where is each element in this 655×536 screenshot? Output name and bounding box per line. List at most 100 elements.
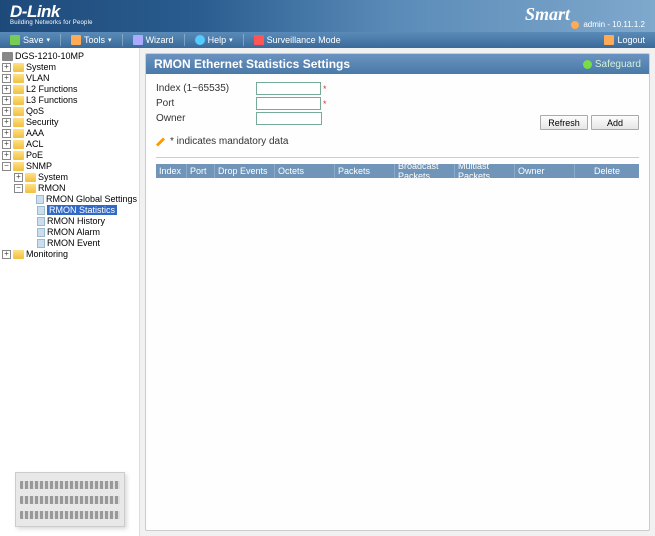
- surveillance-button[interactable]: Surveillance Mode: [244, 32, 351, 48]
- page-icon: [36, 195, 44, 204]
- tree-node-monitoring[interactable]: +Monitoring: [2, 249, 137, 260]
- expand-icon[interactable]: +: [2, 85, 11, 94]
- chevron-down-icon: ▾: [47, 36, 51, 44]
- help-menu[interactable]: Help ▾: [185, 32, 243, 48]
- help-label: Help: [208, 35, 227, 45]
- smart-label: Smart: [525, 4, 570, 25]
- col-mcast: Multiast Packets: [454, 164, 514, 178]
- panel: RMON Ethernet Statistics Settings Safegu…: [145, 53, 650, 531]
- folder-icon: [13, 129, 24, 138]
- form-row-port: Port *: [156, 97, 639, 110]
- logo-main: D-Link: [10, 2, 93, 22]
- save-icon: [10, 35, 20, 45]
- wizard-button[interactable]: Wizard: [123, 32, 184, 48]
- expand-icon[interactable]: +: [2, 118, 11, 127]
- folder-icon: [13, 74, 24, 83]
- safeguard-icon: [583, 60, 592, 69]
- expand-icon[interactable]: +: [2, 129, 11, 138]
- logout-icon: [604, 35, 614, 45]
- tree-leaf-rmon-history[interactable]: RMON History: [2, 216, 137, 227]
- tree-leaf-rmon-global[interactable]: RMON Global Settings: [2, 194, 137, 205]
- expand-icon[interactable]: +: [2, 74, 11, 83]
- col-port: Port: [186, 164, 214, 178]
- tree-node-vlan[interactable]: +VLAN: [2, 73, 137, 84]
- toolbar: Save ▾ Tools ▾ Wizard Help ▾ Surveillanc…: [0, 32, 655, 48]
- tree-node-system[interactable]: +System: [2, 62, 137, 73]
- required-mark: *: [323, 84, 327, 94]
- tree-node-snmp[interactable]: −SNMP: [2, 161, 137, 172]
- panel-header: RMON Ethernet Statistics Settings Safegu…: [146, 54, 649, 74]
- col-delete: Delete: [574, 164, 639, 178]
- logo-sub: Building Networks for People: [10, 20, 93, 26]
- expand-icon[interactable]: +: [2, 250, 11, 259]
- index-input[interactable]: [256, 82, 321, 95]
- page-icon: [37, 239, 45, 248]
- banner: D-Link Building Networks for People Smar…: [0, 0, 655, 32]
- mandatory-note: * indicates mandatory data: [156, 136, 639, 147]
- mandatory-text: * indicates mandatory data: [170, 136, 288, 147]
- help-icon: [195, 35, 205, 45]
- expand-icon[interactable]: +: [2, 63, 11, 72]
- expand-icon[interactable]: +: [2, 151, 11, 160]
- col-bcast: Broadcast Packets: [394, 164, 454, 178]
- folder-open-icon: [13, 162, 24, 171]
- folder-icon: [13, 151, 24, 160]
- index-label: Index (1~65535): [156, 83, 256, 94]
- tree-node-qos[interactable]: +QoS: [2, 106, 137, 117]
- logout-button[interactable]: Logout: [594, 32, 655, 48]
- tree-leaf-rmon-statistics[interactable]: RMON Statistics: [2, 205, 137, 216]
- logout-label: Logout: [617, 35, 645, 45]
- owner-label: Owner: [156, 113, 256, 124]
- add-button[interactable]: Add: [591, 115, 639, 130]
- chevron-down-icon: ▾: [108, 36, 112, 44]
- folder-icon: [13, 85, 24, 94]
- divider: [156, 157, 639, 158]
- save-menu[interactable]: Save ▾: [0, 32, 60, 48]
- user-info: admin - 10.11.1.2: [571, 20, 645, 29]
- folder-icon: [13, 63, 24, 72]
- tree-node-acl[interactable]: +ACL: [2, 139, 137, 150]
- user-label: admin - 10.11.1.2: [583, 20, 645, 29]
- save-label: Save: [23, 35, 44, 45]
- required-mark: *: [323, 99, 327, 109]
- main: DGS-1210-10MP +System +VLAN +L2 Function…: [0, 48, 655, 536]
- nav-tree: DGS-1210-10MP +System +VLAN +L2 Function…: [2, 51, 137, 466]
- tree-leaf-rmon-event[interactable]: RMON Event: [2, 238, 137, 249]
- expand-icon[interactable]: +: [14, 173, 23, 182]
- page-icon: [37, 228, 45, 237]
- surveillance-label: Surveillance Mode: [267, 35, 341, 45]
- tree-node-l2[interactable]: +L2 Functions: [2, 84, 137, 95]
- tree-node-snmp-system[interactable]: +System: [2, 172, 137, 183]
- col-index: Index: [156, 164, 186, 178]
- content: RMON Ethernet Statistics Settings Safegu…: [140, 48, 655, 536]
- logo: D-Link Building Networks for People: [10, 2, 93, 26]
- chevron-down-icon: ▾: [229, 36, 233, 44]
- tree-node-l3[interactable]: +L3 Functions: [2, 95, 137, 106]
- tree-node-aaa[interactable]: +AAA: [2, 128, 137, 139]
- folder-open-icon: [25, 184, 36, 193]
- tools-icon: [71, 35, 81, 45]
- collapse-icon[interactable]: −: [2, 162, 11, 171]
- expand-icon[interactable]: +: [2, 107, 11, 116]
- page-icon: [37, 217, 45, 226]
- folder-icon: [13, 118, 24, 127]
- user-icon: [571, 21, 579, 29]
- tree-node-poe[interactable]: +PoE: [2, 150, 137, 161]
- owner-input[interactable]: [256, 112, 322, 125]
- expand-icon[interactable]: +: [2, 96, 11, 105]
- folder-icon: [13, 250, 24, 259]
- collapse-icon[interactable]: −: [14, 184, 23, 193]
- folder-icon: [13, 107, 24, 116]
- tree-leaf-rmon-alarm[interactable]: RMON Alarm: [2, 227, 137, 238]
- refresh-button[interactable]: Refresh: [540, 115, 588, 130]
- wizard-icon: [133, 35, 143, 45]
- tree-root[interactable]: DGS-1210-10MP: [2, 51, 137, 62]
- folder-icon: [25, 173, 36, 182]
- port-input[interactable]: [256, 97, 321, 110]
- tree-node-security[interactable]: +Security: [2, 117, 137, 128]
- tools-menu[interactable]: Tools ▾: [61, 32, 122, 48]
- expand-icon[interactable]: +: [2, 140, 11, 149]
- tree-node-rmon[interactable]: −RMON: [2, 183, 137, 194]
- surveillance-icon: [254, 35, 264, 45]
- tree-root-label: DGS-1210-10MP: [15, 51, 84, 61]
